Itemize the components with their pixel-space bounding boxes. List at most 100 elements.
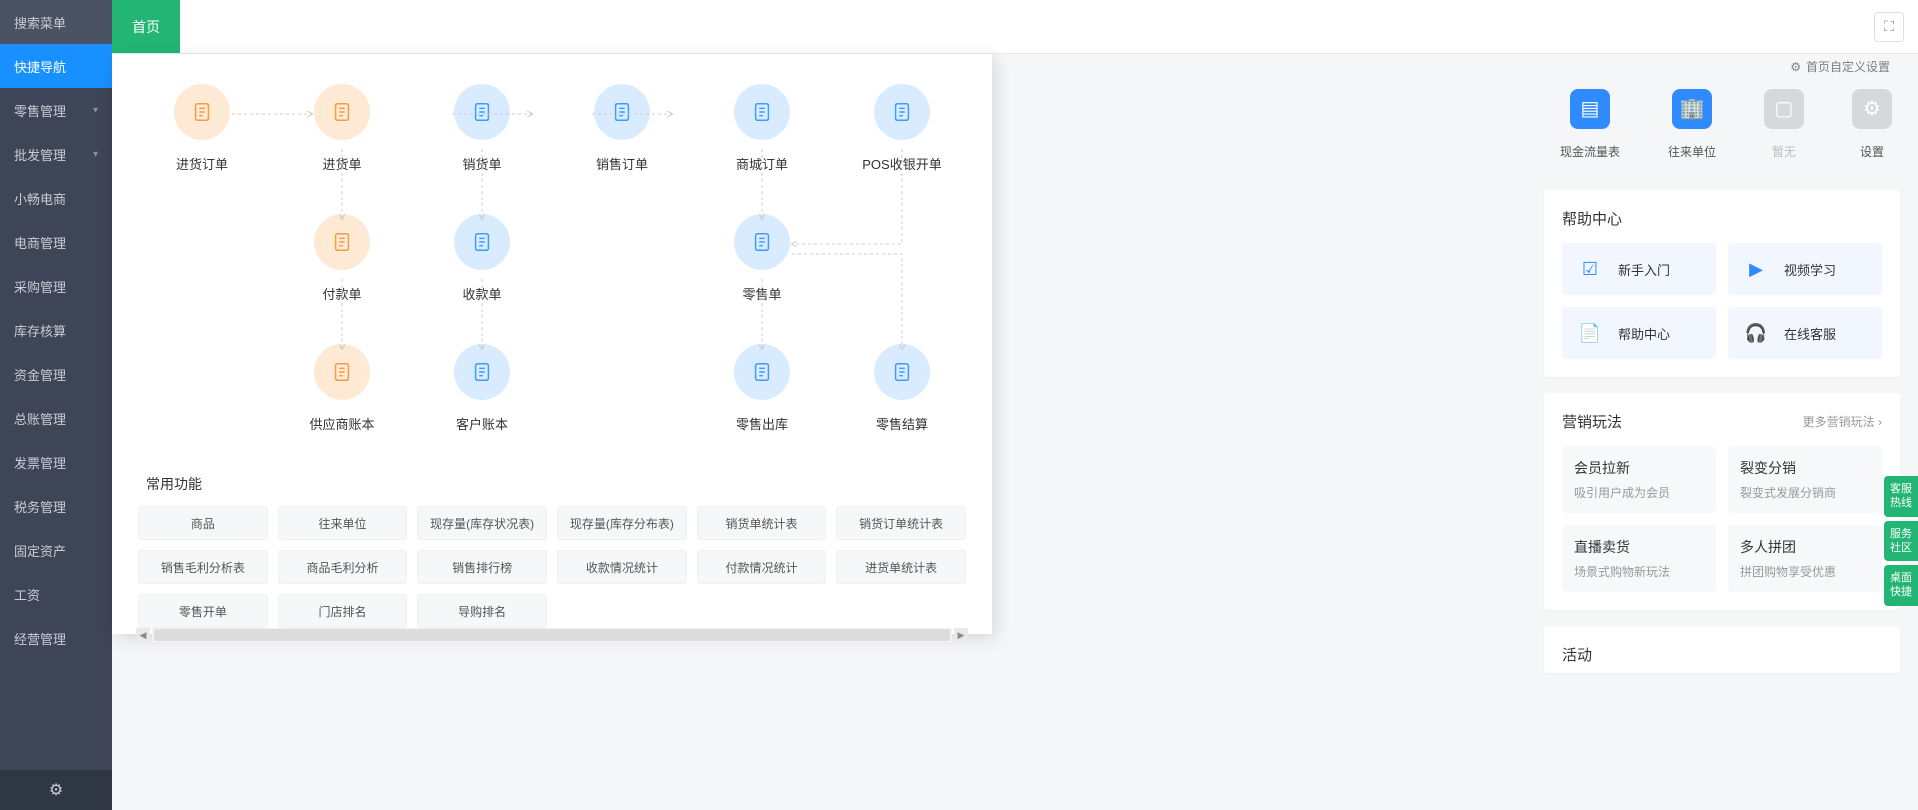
top-tile-1[interactable]: 🏢往来单位 [1668,89,1716,160]
help-card-1[interactable]: ▶视频学习 [1728,243,1882,295]
common-function-5[interactable]: 销货订单统计表 [836,506,966,540]
scroll-track[interactable] [152,628,952,642]
common-function-4[interactable]: 销货单统计表 [697,506,827,540]
top-tile-3[interactable]: ⚙设置 [1852,89,1892,160]
sidebar-item-4[interactable]: 小畅电商 [0,176,112,220]
marketing-card-0[interactable]: 会员拉新吸引用户成为会员 [1562,446,1716,513]
common-function-8[interactable]: 销售排行榜 [417,550,547,584]
flow-circle [594,84,650,140]
help-card-3[interactable]: 🎧在线客服 [1728,307,1882,359]
flow-label: 零售单 [742,284,781,303]
flow-label: 销售订单 [596,154,648,173]
custom-home-link[interactable]: ⚙ 首页自定义设置 [1790,58,1890,75]
common-function-0[interactable]: 商品 [138,506,268,540]
flow-label: 供应商账本 [309,414,374,433]
common-function-3[interactable]: 现存量(库存分布表) [557,506,687,540]
flow-node-客户账本[interactable]: 客户账本 [412,344,552,474]
flow-node-销货单[interactable]: 销货单 [412,84,552,214]
common-function-label: 销货订单统计表 [859,515,943,532]
flow-node-零售单[interactable]: 零售单 [692,214,832,344]
flow-label: 零售出库 [736,414,788,433]
marketing-more-link[interactable]: 更多营销玩法 › [1803,413,1882,430]
flow-node-零售结算[interactable]: 零售结算 [832,344,972,474]
scroll-right-arrow[interactable]: ▶ [954,628,968,642]
flow-node-POS收银开单[interactable]: POS收银开单 [832,84,972,214]
sidebar-item-3[interactable]: 批发管理▾ [0,132,112,176]
flow-label: 客户账本 [456,414,508,433]
marketing-card-2[interactable]: 直播卖货场景式购物新玩法 [1562,525,1716,592]
flow-node-零售出库[interactable]: 零售出库 [692,344,832,474]
sidebar-settings[interactable]: ⚙ [0,770,112,810]
flow-node-商城订单[interactable]: 商城订单 [692,84,832,214]
fullscreen-icon: ⛶ [1884,18,1894,35]
scroll-thumb[interactable] [154,629,950,641]
doc-icon [609,99,635,125]
doc-icon [889,359,915,385]
flow-label: 进货订单 [176,154,228,173]
top-tile-0[interactable]: ▤现金流量表 [1560,89,1620,160]
marketing-card-3[interactable]: 多人拼团拼团购物享受优惠 [1728,525,1882,592]
common-function-11[interactable]: 进货单统计表 [836,550,966,584]
sidebar-item-12[interactable]: 固定资产 [0,528,112,572]
sidebar-item-11[interactable]: 税务管理 [0,484,112,528]
help-card-label: 视频学习 [1784,260,1836,279]
top-tile-2[interactable]: ▢暂无 [1764,89,1804,160]
doc-icon [749,229,775,255]
float-button-0[interactable]: 客服热线 [1884,476,1918,517]
common-function-9[interactable]: 收款情况统计 [557,550,687,584]
sidebar-item-9[interactable]: 总账管理 [0,396,112,440]
sidebar-item-1[interactable]: 快捷导航 [0,44,112,88]
horizontal-scrollbar[interactable]: ◀ ▶ [132,628,972,642]
common-function-14[interactable]: 导购排名 [417,594,547,628]
sidebar-item-label: 电商管理 [14,233,66,252]
sidebar-item-2[interactable]: 零售管理▾ [0,88,112,132]
scroll-left-arrow[interactable]: ◀ [136,628,150,642]
sidebar-item-13[interactable]: 工资 [0,572,112,616]
common-function-2[interactable]: 现存量(库存状况表) [417,506,547,540]
flow-label: 付款单 [322,284,361,303]
flow-node-付款单[interactable]: 付款单 [272,214,412,344]
tile-icon: ⚙ [1852,89,1892,129]
common-function-label: 付款情况统计 [725,559,797,576]
flow-node-供应商账本[interactable]: 供应商账本 [272,344,412,474]
sidebar-item-14[interactable]: 经营管理 [0,616,112,660]
common-function-6[interactable]: 销售毛利分析表 [138,550,268,584]
flow-node-收款单[interactable]: 收款单 [412,214,552,344]
tile-label: 暂无 [1772,143,1796,160]
flow-circle [454,84,510,140]
help-card-2[interactable]: 📄帮助中心 [1562,307,1716,359]
quick-nav-flyout: 进货订单 进货单销货单 销售订单 商城订单POS收银开单付款单 收款单零售单供应商账本 客… [112,54,992,634]
sidebar-item-0[interactable]: 搜索菜单 [0,0,112,44]
sidebar-item-5[interactable]: 电商管理 [0,220,112,264]
flow-circle [314,84,370,140]
flow-node-销售订单[interactable]: 销售订单 [552,84,692,214]
sidebar-item-7[interactable]: 库存核算 [0,308,112,352]
sidebar: 搜索菜单快捷导航零售管理▾批发管理▾小畅电商电商管理采购管理库存核算资金管理总账… [0,0,112,810]
sidebar-item-6[interactable]: 采购管理 [0,264,112,308]
marketing-card-title: 会员拉新 [1574,458,1704,478]
flow-node-进货订单[interactable]: 进货订单 [132,84,272,214]
tile-icon: ▤ [1570,89,1610,129]
common-function-7[interactable]: 商品毛利分析 [278,550,408,584]
flow-node-进货单[interactable]: 进货单 [272,84,412,214]
common-function-1[interactable]: 往来单位 [278,506,408,540]
right-column: 帮助中心 ☑新手入门▶视频学习📄帮助中心🎧在线客服 营销玩法 更多营销玩法 › … [1544,190,1900,673]
fullscreen-button[interactable]: ⛶ [1874,12,1904,42]
common-function-13[interactable]: 门店排名 [278,594,408,628]
common-function-label: 商品 [191,515,215,532]
flow-circle [734,214,790,270]
marketing-card-1[interactable]: 裂变分销裂变式发展分销商 [1728,446,1882,513]
marketing-card-sub: 场景式购物新玩法 [1574,563,1704,580]
flow-label: 销货单 [462,154,501,173]
sidebar-item-10[interactable]: 发票管理 [0,440,112,484]
float-button-2[interactable]: 桌面快捷 [1884,565,1918,606]
common-function-10[interactable]: 付款情况统计 [697,550,827,584]
float-button-1[interactable]: 服务社区 [1884,521,1918,562]
help-card-label: 在线客服 [1784,324,1836,343]
tab-home[interactable]: 首页 [112,0,180,53]
sidebar-item-label: 税务管理 [14,497,66,516]
sidebar-item-8[interactable]: 资金管理 [0,352,112,396]
common-function-12[interactable]: 零售开单 [138,594,268,628]
sidebar-item-label: 库存核算 [14,321,66,340]
help-card-0[interactable]: ☑新手入门 [1562,243,1716,295]
